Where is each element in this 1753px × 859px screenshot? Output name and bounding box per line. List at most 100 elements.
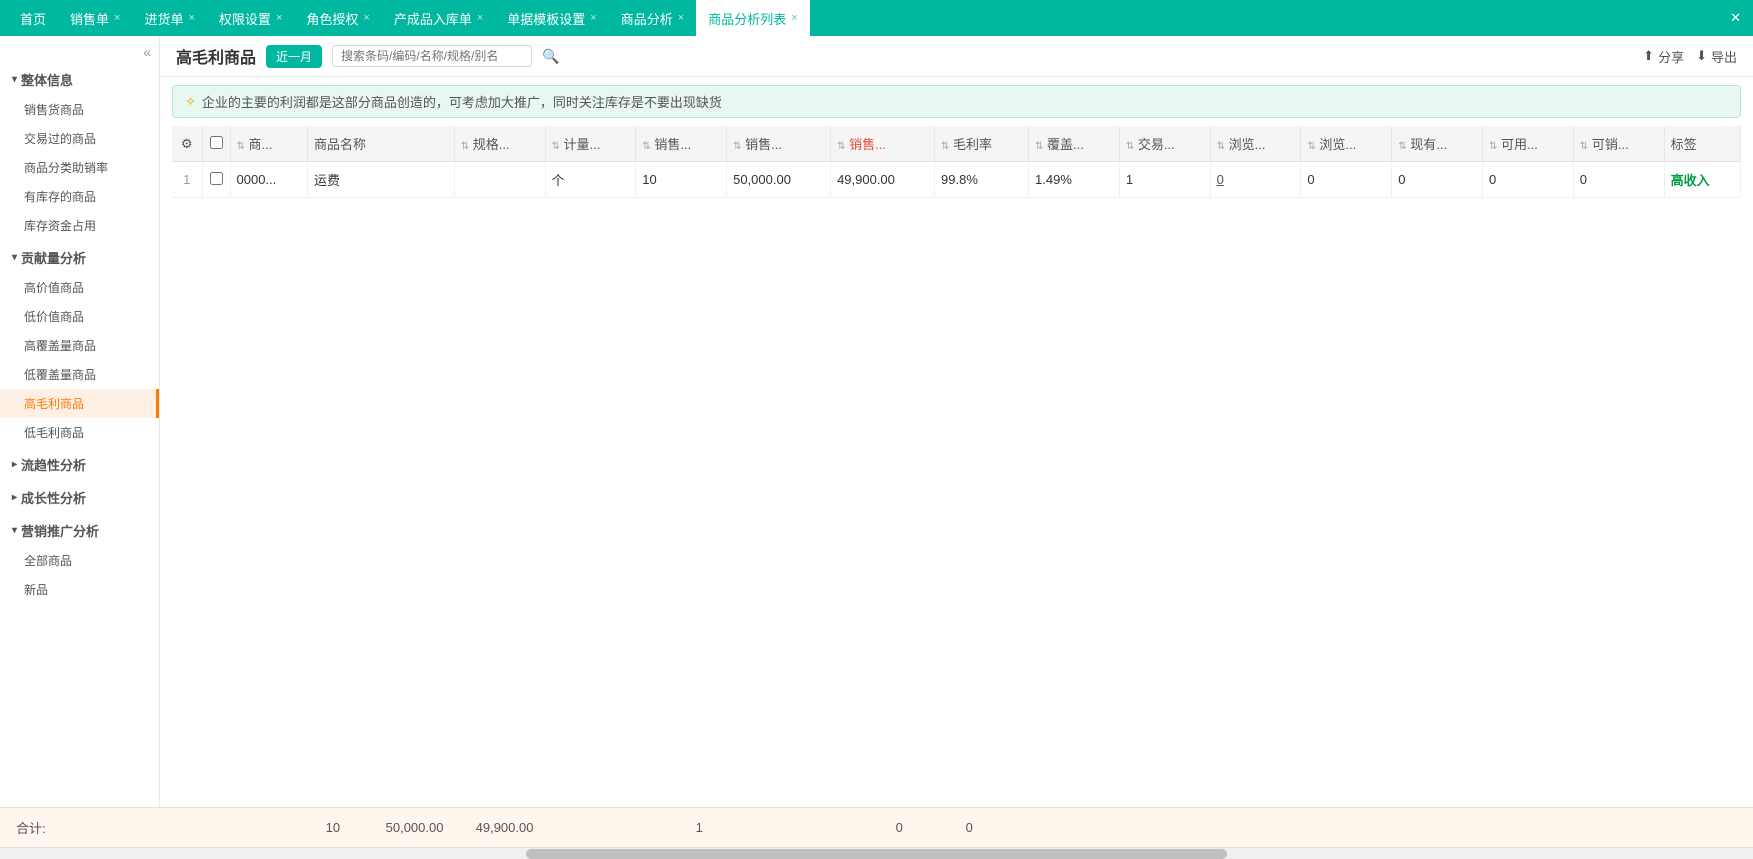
sidebar-item-high-coverage[interactable]: 高覆盖量商品 (0, 331, 159, 360)
footer-sales-qty: 10 (326, 820, 386, 835)
close-icon[interactable]: × (114, 12, 120, 24)
search-button[interactable]: 🔍 (542, 48, 559, 65)
share-icon: ⬆ (1643, 48, 1654, 64)
close-icon[interactable]: × (363, 12, 369, 24)
sidebar-item-sales-goods[interactable]: 销售货商品 (0, 95, 159, 124)
col-unit: ⇅ 计量... (545, 126, 636, 162)
sidebar-item-stocked-goods[interactable]: 有库存的商品 (0, 182, 159, 211)
info-icon: ✧ (185, 94, 196, 110)
col-code: ⇅ 商... (230, 126, 307, 162)
sidebar-item-all-goods[interactable]: 全部商品 (0, 546, 159, 575)
sidebar-section-marketing: ▾ 营销推广分析 全部商品 新品 (0, 515, 159, 604)
close-icon[interactable]: × (188, 12, 194, 24)
sidebar-item-high-value[interactable]: 高价值商品 (0, 273, 159, 302)
table-header-row: ⚙ ⇅ 商... 商品名称 ⇅ (172, 126, 1741, 162)
sidebar-item-category-rate[interactable]: 商品分类助销率 (0, 153, 159, 182)
table-row: 1 0000... 运费 个 10 50,000.00 49,900.00 99… (172, 162, 1741, 198)
sidebar-section-flow-header[interactable]: ▸ 流趋性分析 (0, 449, 159, 480)
footer-total-label: 合计: (16, 818, 46, 837)
cell-available: 0 (1483, 162, 1574, 198)
col-browse2: ⇅ 浏览... (1301, 126, 1392, 162)
close-icon[interactable]: × (477, 12, 483, 24)
export-btn[interactable]: ⬇ 导出 (1696, 47, 1737, 66)
cell-sales-amount: 50,000.00 (727, 162, 831, 198)
sidebar-item-low-coverage[interactable]: 低覆盖量商品 (0, 360, 159, 389)
cell-browse1[interactable]: 0 (1210, 162, 1301, 198)
sidebar-item-low-margin[interactable]: 低毛利商品 (0, 418, 159, 447)
col-sales-profit: ⇅ 销售... (831, 126, 935, 162)
sidebar-item-new-goods[interactable]: 新品 (0, 575, 159, 604)
close-icon[interactable]: × (791, 12, 797, 24)
col-browse1: ⇅ 浏览... (1210, 126, 1301, 162)
sidebar-section-contribution: ▾ 贡献量分析 高价值商品 低价值商品 高覆盖量商品 低覆盖量商品 高毛利商品 … (0, 242, 159, 447)
close-icon[interactable]: × (590, 12, 596, 24)
main-layout: « ▾ 整体信息 销售货商品 交易过的商品 商品分类助销率 有库存的商品 库存资… (0, 36, 1753, 807)
bottom-scrollbar[interactable] (0, 847, 1753, 859)
arrow-right-icon: ▸ (12, 492, 17, 503)
col-available: ⇅ 可用... (1483, 126, 1574, 162)
col-spec: ⇅ 规格... (454, 126, 545, 162)
cell-current-stock: 0 (1392, 162, 1483, 198)
col-margin-rate: ⇅ 毛利率 (935, 126, 1029, 162)
cell-checkbox[interactable] (202, 162, 230, 198)
close-icon[interactable]: × (276, 12, 282, 24)
nav-role[interactable]: 角色授权 × (294, 0, 381, 36)
footer-sales-amount: 50,000.00 (386, 820, 476, 835)
nav-permission[interactable]: 权限设置 × (207, 0, 294, 36)
col-checkbox[interactable] (202, 126, 230, 162)
col-trade: ⇅ 交易... (1119, 126, 1210, 162)
col-coverage: ⇅ 覆盖... (1029, 126, 1120, 162)
cell-trade: 1 (1119, 162, 1210, 198)
nav-template[interactable]: 单据模板设置 × (495, 0, 608, 36)
window-controls: ✕ (1730, 10, 1745, 26)
search-input[interactable] (332, 45, 532, 67)
table-container: ⚙ ⇅ 商... 商品名称 ⇅ (160, 126, 1753, 807)
sidebar: « ▾ 整体信息 销售货商品 交易过的商品 商品分类助销率 有库存的商品 库存资… (0, 36, 160, 807)
cell-unit: 个 (545, 162, 636, 198)
cell-margin-rate: 99.8% (935, 162, 1029, 198)
footer-bar: 合计: 10 50,000.00 49,900.00 1 0 0 (0, 807, 1753, 847)
col-sales-amount: ⇅ 销售... (727, 126, 831, 162)
nav-goods-analysis[interactable]: 商品分析 × (609, 0, 696, 36)
col-settings[interactable]: ⚙ (172, 126, 202, 162)
content-header: 高毛利商品 近一月 🔍 ⬆ 分享 ⬇ 导出 (160, 36, 1753, 77)
cell-code: 0000... (230, 162, 307, 198)
sidebar-section-contribution-header[interactable]: ▾ 贡献量分析 (0, 242, 159, 273)
footer-available: 0 (966, 820, 1036, 835)
footer-trade: 1 (696, 820, 776, 835)
sidebar-item-low-value[interactable]: 低价值商品 (0, 302, 159, 331)
header-actions: ⬆ 分享 ⬇ 导出 (1643, 47, 1737, 66)
scrollbar-thumb[interactable] (526, 849, 1227, 859)
select-all-checkbox[interactable] (210, 136, 223, 149)
sidebar-collapse-btn[interactable]: « (143, 44, 151, 60)
filter-recent-month-btn[interactable]: 近一月 (266, 45, 322, 68)
nav-goods-analysis-list[interactable]: 商品分析列表 × (696, 0, 809, 36)
close-icon[interactable]: × (678, 12, 684, 24)
window-close-btn[interactable]: ✕ (1730, 10, 1741, 26)
nav-sales[interactable]: 销售单 × (58, 0, 132, 36)
share-btn[interactable]: ⬆ 分享 (1643, 47, 1684, 66)
sidebar-item-stock-funds[interactable]: 库存资金占用 (0, 211, 159, 240)
settings-icon[interactable]: ⚙ (181, 136, 193, 151)
page-title: 高毛利商品 (176, 44, 256, 68)
cell-sales-qty: 10 (636, 162, 727, 198)
sidebar-section-overall-header[interactable]: ▾ 整体信息 (0, 64, 159, 95)
nav-home[interactable]: 首页 (8, 0, 58, 36)
cell-browse2: 0 (1301, 162, 1392, 198)
sidebar-section-growth: ▸ 成长性分析 (0, 482, 159, 513)
cell-spec (454, 162, 545, 198)
sidebar-item-high-margin[interactable]: 高毛利商品 (0, 389, 159, 418)
row-checkbox[interactable] (210, 172, 223, 185)
sidebar-section-growth-header[interactable]: ▸ 成长性分析 (0, 482, 159, 513)
nav-purchase[interactable]: 进货单 × (132, 0, 206, 36)
sidebar-item-traded-goods[interactable]: 交易过的商品 (0, 124, 159, 153)
sidebar-section-marketing-header[interactable]: ▾ 营销推广分析 (0, 515, 159, 546)
data-table: ⚙ ⇅ 商... 商品名称 ⇅ (172, 126, 1741, 198)
footer-current-stock: 0 (896, 820, 966, 835)
arrow-down-icon: ▾ (12, 252, 17, 263)
nav-product-storage[interactable]: 产成品入库单 × (382, 0, 495, 36)
cell-coverage: 1.49% (1029, 162, 1120, 198)
col-tag: 标签 (1664, 126, 1740, 162)
export-icon: ⬇ (1696, 48, 1707, 64)
top-nav: 首页 销售单 × 进货单 × 权限设置 × 角色授权 × 产成品入库单 × 单据… (0, 0, 1753, 36)
